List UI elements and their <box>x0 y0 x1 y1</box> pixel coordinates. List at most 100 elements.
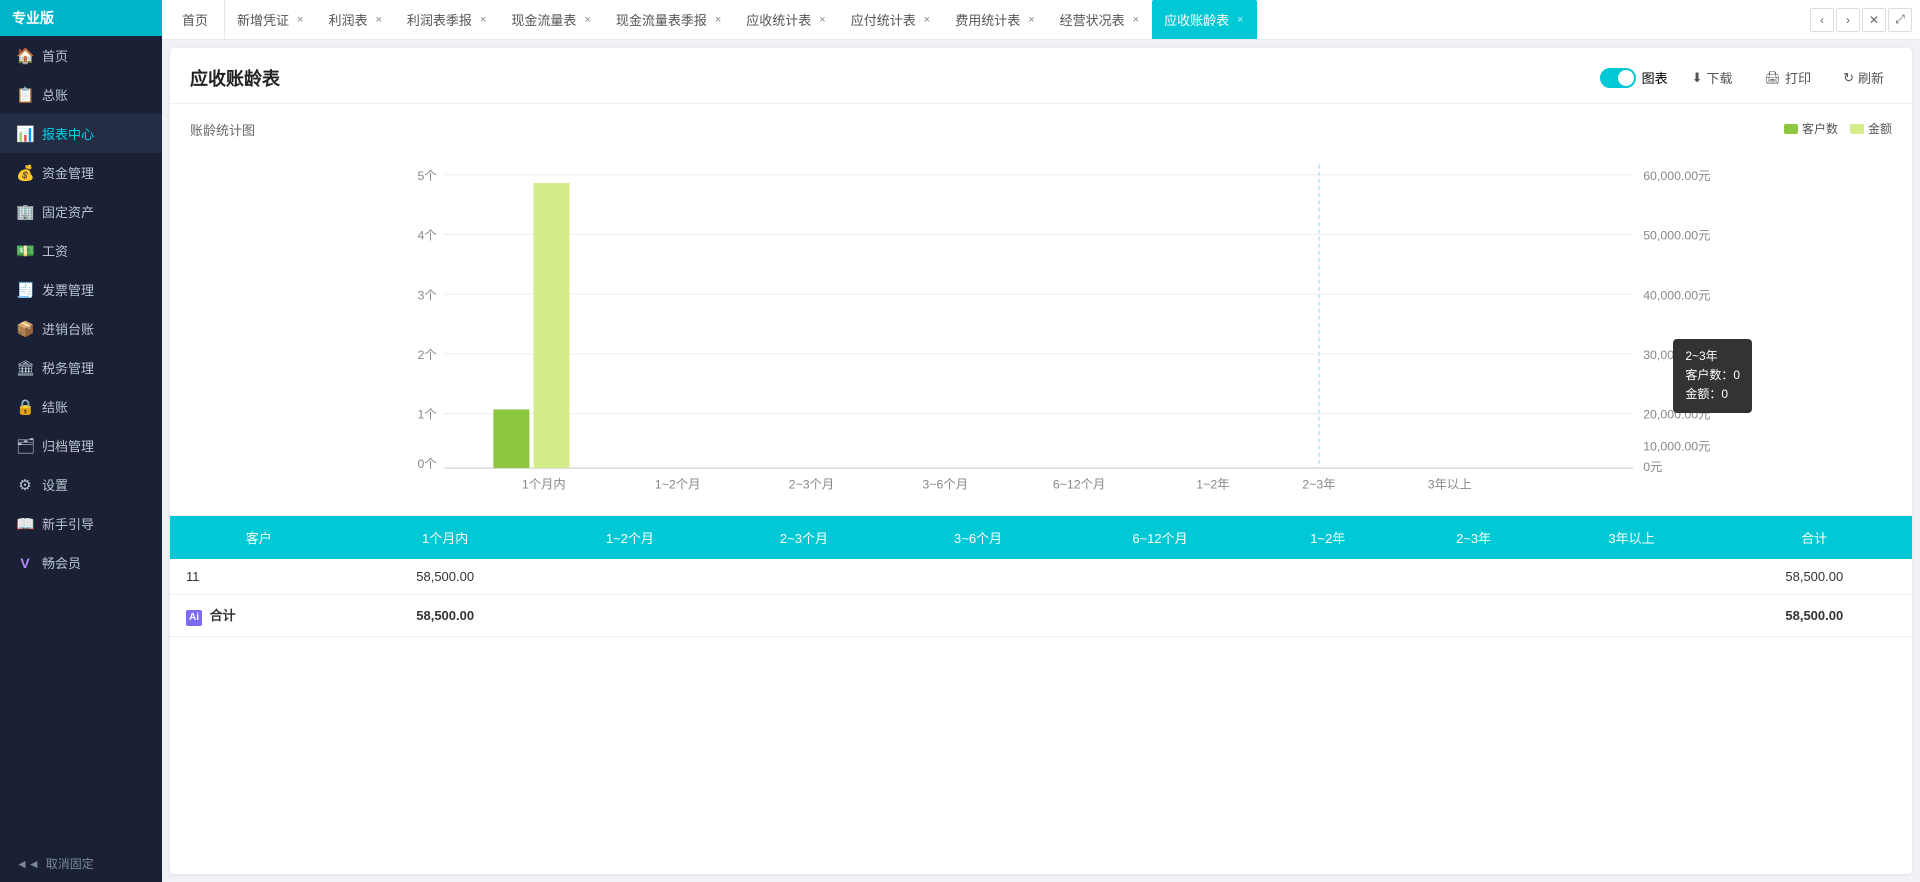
sidebar-item-vip[interactable]: V 畅会员 <box>0 543 162 582</box>
print-button[interactable]: 🖨 打印 <box>1757 64 1820 91</box>
sidebar-item-inventory[interactable]: 📦 进销台账 <box>0 309 162 348</box>
chart-legend: 客户数 金额 <box>1784 120 1892 137</box>
svg-text:20,000.00元: 20,000.00元 <box>1643 408 1710 422</box>
tab-cashflow[interactable]: 现金流量表 × <box>499 0 603 40</box>
tab-cashflow-q-close[interactable]: × <box>715 14 721 26</box>
legend-customer-label: 客户数 <box>1802 120 1838 137</box>
legend-amount-color <box>1850 124 1864 134</box>
cell-y3plus <box>1547 559 1717 595</box>
pin-toggle[interactable]: ◄◄ 取消固定 <box>0 845 162 882</box>
tab-profit[interactable]: 利润表 × <box>316 0 394 40</box>
sidebar-label-guide: 新手引导 <box>42 514 94 533</box>
bar-amount-1 <box>534 183 570 468</box>
sidebar-item-closing[interactable]: 🔒 结账 <box>0 387 162 426</box>
bar-count-1 <box>493 409 529 468</box>
tab-expense[interactable]: 费用统计表 × <box>943 0 1047 40</box>
tab-ap-stat[interactable]: 应付统计表 × <box>839 0 943 40</box>
tab-prev-button[interactable]: ‹ <box>1810 8 1834 32</box>
tab-profit-q[interactable]: 利润表季报 × <box>395 0 499 40</box>
sidebar-item-tax[interactable]: 🏛 税务管理 <box>0 348 162 387</box>
sidebar-item-reports[interactable]: 📊 报表中心 <box>0 114 162 153</box>
tab-cashflow-q[interactable]: 现金流量表季报 × <box>604 0 734 40</box>
sidebar-label-tax: 税务管理 <box>42 358 94 377</box>
sidebar-item-ledger[interactable]: 📋 总账 <box>0 75 162 114</box>
col-y12: 1~2年 <box>1255 516 1401 559</box>
tab-profit-q-close[interactable]: × <box>480 14 486 26</box>
salary-icon: 💵 <box>16 242 34 260</box>
page-header: 应收账龄表 图表 ⬇ 下载 🖨 打印 ↻ 刷新 <box>170 48 1912 104</box>
tax-icon: 🏛 <box>16 359 34 377</box>
tab-fullscreen-button[interactable]: ⤢ <box>1888 8 1912 32</box>
sidebar-item-salary[interactable]: 💵 工资 <box>0 231 162 270</box>
page-content: 应收账龄表 图表 ⬇ 下载 🖨 打印 ↻ 刷新 <box>170 48 1912 874</box>
tab-ar-aging[interactable]: 应收账龄表 × <box>1152 0 1256 40</box>
tab-ar-stat-close[interactable]: × <box>819 14 825 26</box>
total-y12 <box>1255 595 1401 637</box>
download-button[interactable]: ⬇ 下载 <box>1684 64 1741 91</box>
tab-ar-stat[interactable]: 应收统计表 × <box>734 0 838 40</box>
main-area: 首页 新增凭证 × 利润表 × 利润表季报 × 现金流量表 × 现金流量表季报 … <box>162 0 1920 882</box>
tab-cashflow-close[interactable]: × <box>584 14 590 26</box>
tab-home[interactable]: 首页 <box>166 0 225 40</box>
svg-text:1个: 1个 <box>418 408 437 422</box>
total-m12 <box>543 595 717 637</box>
tab-voucher[interactable]: 新增凭证 × <box>225 0 316 40</box>
svg-text:2个: 2个 <box>418 348 437 362</box>
tab-ap-stat-close[interactable]: × <box>924 14 930 26</box>
guide-icon: 📖 <box>16 515 34 533</box>
toggle-label: 图表 <box>1642 68 1668 87</box>
cell-m1: 58,500.00 <box>348 559 543 595</box>
tab-profit-close[interactable]: × <box>375 14 381 26</box>
total-m612 <box>1065 595 1255 637</box>
sidebar: 专业版 🏠 首页 📋 总账 📊 报表中心 💰 资金管理 🏢 固定资产 💵 工资 … <box>0 0 162 882</box>
total-m1: 58,500.00 <box>348 595 543 637</box>
refresh-icon: ↻ <box>1843 70 1854 86</box>
svg-text:3~6个月: 3~6个月 <box>922 478 968 492</box>
col-y3plus: 3年以上 <box>1547 516 1717 559</box>
tab-next-button[interactable]: › <box>1836 8 1860 32</box>
cell-y12 <box>1255 559 1401 595</box>
sidebar-item-settings[interactable]: ⚙ 设置 <box>0 465 162 504</box>
svg-text:1个月内: 1个月内 <box>522 478 566 492</box>
col-customer: 客户 <box>170 516 348 559</box>
tab-bar: 首页 新增凭证 × 利润表 × 利润表季报 × 现金流量表 × 现金流量表季报 … <box>162 0 1920 40</box>
svg-text:50,000.00元: 50,000.00元 <box>1643 229 1710 243</box>
tab-close-all-button[interactable]: ✕ <box>1862 8 1886 32</box>
total-icon: Ai <box>186 610 202 626</box>
tab-voucher-close[interactable]: × <box>297 14 303 26</box>
sidebar-label-archive: 归档管理 <box>42 436 94 455</box>
sidebar-label-funds: 资金管理 <box>42 163 94 182</box>
sidebar-item-invoice[interactable]: 🧾 发票管理 <box>0 270 162 309</box>
total-label: 合计 <box>210 608 236 623</box>
toggle-knob[interactable] <box>1600 68 1636 88</box>
tab-operation[interactable]: 经营状况表 × <box>1048 0 1152 40</box>
tab-operation-close[interactable]: × <box>1133 14 1139 26</box>
chart-toggle[interactable]: 图表 <box>1600 68 1668 88</box>
pin-icon: ◄◄ <box>16 857 40 871</box>
tab-cashflow-q-label: 现金流量表季报 <box>616 10 707 29</box>
sidebar-item-home[interactable]: 🏠 首页 <box>0 36 162 75</box>
sidebar-item-funds[interactable]: 💰 资金管理 <box>0 153 162 192</box>
sidebar-label-inventory: 进销台账 <box>42 319 94 338</box>
svg-text:0元: 0元 <box>1643 460 1662 474</box>
sidebar-item-archive[interactable]: 🗂 归档管理 <box>0 426 162 465</box>
cell-total: 58,500.00 <box>1717 559 1912 595</box>
print-label: 打印 <box>1785 68 1811 87</box>
download-label: 下载 <box>1707 68 1733 87</box>
total-y23 <box>1401 595 1547 637</box>
sidebar-label-invoice: 发票管理 <box>42 280 94 299</box>
tab-ar-aging-close[interactable]: × <box>1237 14 1243 26</box>
tab-expense-close[interactable]: × <box>1028 14 1034 26</box>
tab-operation-label: 经营状况表 <box>1060 10 1125 29</box>
sidebar-label-vip: 畅会员 <box>42 553 81 572</box>
sidebar-item-guide[interactable]: 📖 新手引导 <box>0 504 162 543</box>
download-icon: ⬇ <box>1692 70 1703 86</box>
col-m612: 6~12个月 <box>1065 516 1255 559</box>
tab-nav-buttons: ‹ › ✕ ⤢ <box>1810 8 1916 32</box>
col-total: 合计 <box>1717 516 1912 559</box>
col-y23: 2~3年 <box>1401 516 1547 559</box>
sidebar-item-assets[interactable]: 🏢 固定资产 <box>0 192 162 231</box>
refresh-button[interactable]: ↻ 刷新 <box>1835 64 1892 91</box>
col-m23: 2~3个月 <box>717 516 891 559</box>
funds-icon: 💰 <box>16 164 34 182</box>
